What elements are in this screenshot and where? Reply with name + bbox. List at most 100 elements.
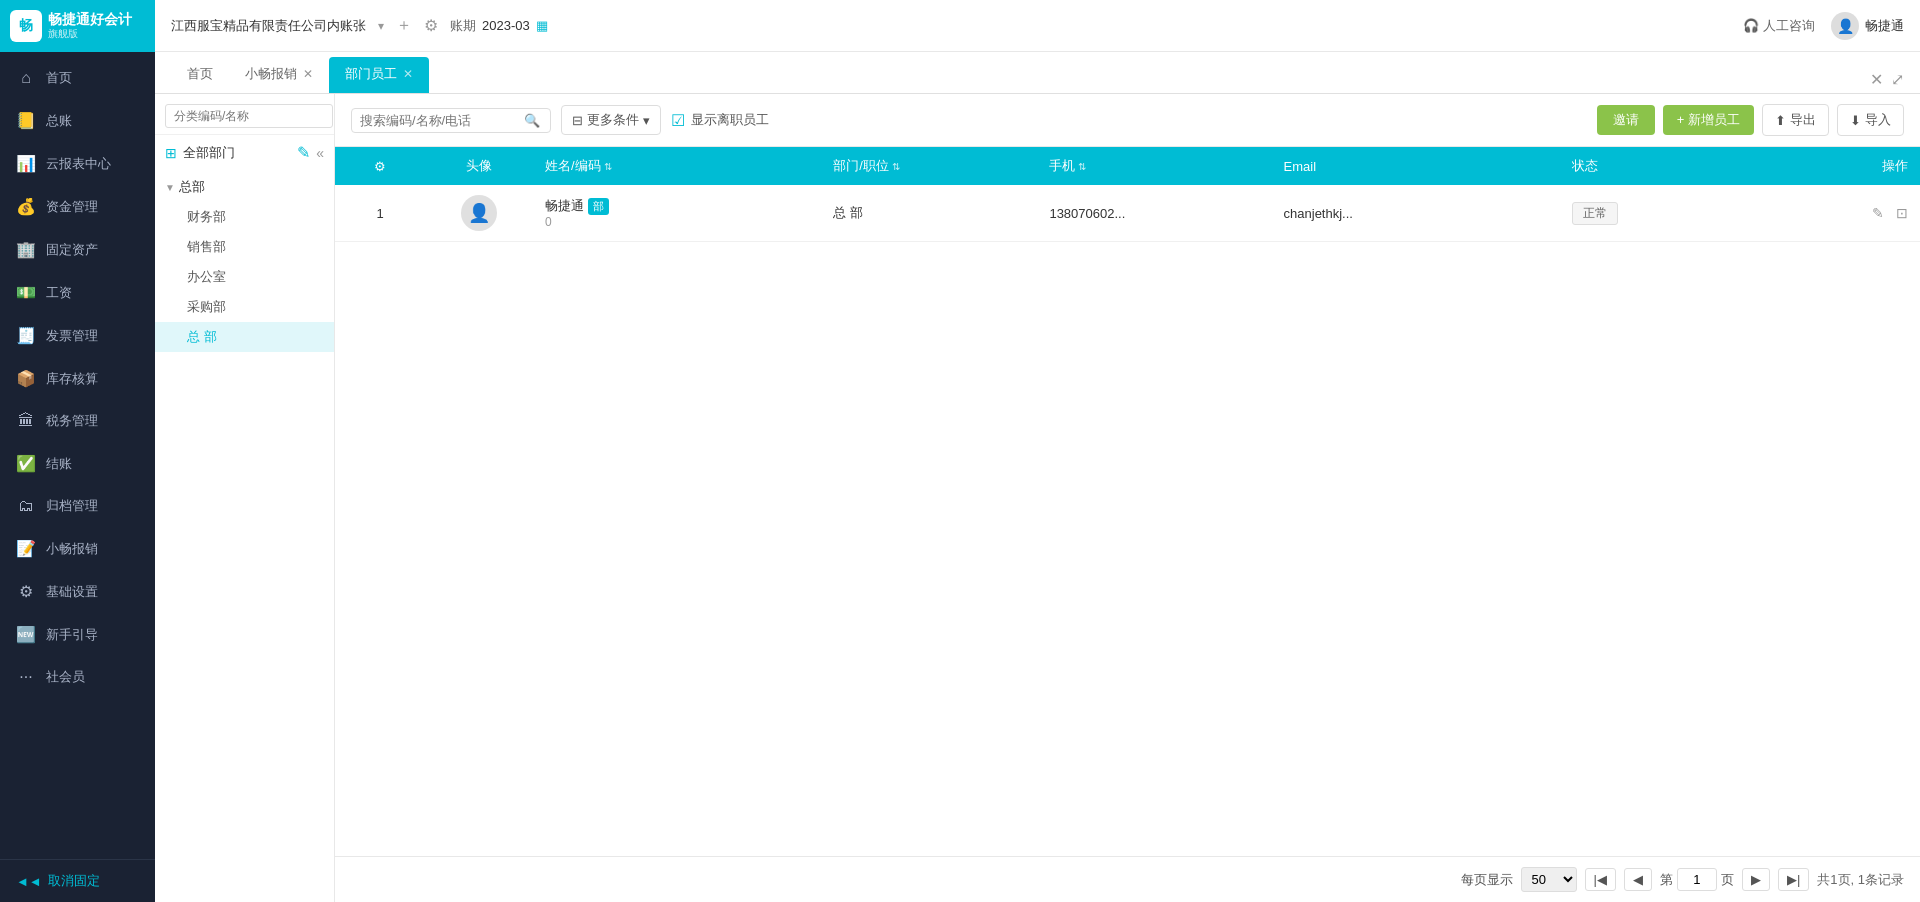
tab-close-all-icon[interactable]: ✕ — [1870, 70, 1883, 89]
employee-table-container: ⚙ 头像 姓名/编码 部门/职位 手机 Email 状态 操作 1 — [335, 147, 1920, 856]
sidebar-item-invoice[interactable]: 🧾 发票管理 — [0, 314, 155, 357]
tab-window-controls: ✕ ⤢ — [1870, 70, 1904, 93]
dept-child-sales[interactable]: 销售部 — [155, 232, 334, 262]
dept-child-general[interactable]: 总 部 — [155, 322, 334, 352]
tab-department[interactable]: 部门员工 ✕ — [329, 57, 429, 93]
assets-icon: 🏢 — [16, 240, 36, 259]
sidebar-item-guide[interactable]: 🆕 新手引导 — [0, 613, 155, 656]
sidebar-item-funds[interactable]: 💰 资金管理 — [0, 185, 155, 228]
topbar-settings-icon[interactable]: ⚙ — [424, 16, 438, 35]
page-next-button[interactable]: ▶ — [1742, 868, 1770, 891]
tab-department-close[interactable]: ✕ — [403, 67, 413, 81]
inventory-icon: 📦 — [16, 369, 36, 388]
guide-icon: 🆕 — [16, 625, 36, 644]
support-button[interactable]: 🎧 人工咨询 — [1743, 17, 1815, 35]
employee-dept-badge: 部 — [588, 198, 609, 215]
sidebar-label-assets: 固定资产 — [46, 241, 98, 259]
table-header: ⚙ 头像 姓名/编码 部门/职位 手机 Email 状态 操作 — [335, 147, 1920, 185]
th-settings[interactable]: ⚙ — [335, 147, 425, 185]
page-input[interactable] — [1677, 868, 1717, 891]
support-label: 人工咨询 — [1763, 17, 1815, 35]
dept-panel: 🔍 ⊞ 全部部门 ✎ « ▼ 总部 财务部 — [155, 94, 335, 902]
period-label: 账期 — [450, 17, 476, 35]
sidebar-item-closing[interactable]: ✅ 结账 — [0, 442, 155, 485]
sidebar-logo: 畅 畅捷通好会计 旗舰版 — [0, 0, 155, 52]
company-name[interactable]: 江西服宝精品有限责任公司内账张 — [171, 17, 366, 35]
expense-icon: 📝 — [16, 539, 36, 558]
employee-search-input[interactable] — [360, 113, 520, 128]
filter-button[interactable]: ⊟ 更多条件 ▾ — [561, 105, 661, 135]
import-button[interactable]: ⬇ 导入 — [1837, 104, 1904, 136]
page-last-button[interactable]: ▶| — [1778, 868, 1809, 891]
sidebar-item-salary[interactable]: 💵 工资 — [0, 271, 155, 314]
name-badge-area: 畅捷通 部 — [545, 197, 609, 215]
tab-expense[interactable]: 小畅报销 ✕ — [229, 57, 329, 93]
dept-header: ⊞ 全部部门 ✎ « — [155, 135, 334, 170]
home-icon: ⌂ — [16, 69, 36, 87]
show-resigned-toggle[interactable]: ☑ 显示离职员工 — [671, 111, 769, 130]
th-email: Email — [1272, 147, 1560, 185]
dept-child-purchasing[interactable]: 采购部 — [155, 292, 334, 322]
add-employee-button[interactable]: + 新增员工 — [1663, 105, 1754, 135]
dept-child-office[interactable]: 办公室 — [155, 262, 334, 292]
sidebar-item-settings[interactable]: ⚙ 基础设置 — [0, 570, 155, 613]
sidebar-item-ledger[interactable]: 📒 总账 — [0, 99, 155, 142]
dept-parent-item[interactable]: ▼ 总部 — [155, 172, 334, 202]
reports-icon: 📊 — [16, 154, 36, 173]
th-avatar: 头像 — [425, 147, 533, 185]
sidebar-item-home[interactable]: ⌂ 首页 — [0, 57, 155, 99]
sidebar-item-assets[interactable]: 🏢 固定资产 — [0, 228, 155, 271]
closing-icon: ✅ — [16, 454, 36, 473]
sidebar-item-more[interactable]: ··· 社会员 — [0, 656, 155, 698]
page-prev-button[interactable]: ◀ — [1624, 868, 1652, 891]
checkbox-checked-icon: ☑ — [671, 111, 685, 130]
dept-collapse-icon[interactable]: « — [316, 145, 324, 161]
tab-expand-icon[interactable]: ⤢ — [1891, 70, 1904, 89]
period-value: 2023-03 — [482, 18, 530, 33]
main-content: 江西服宝精品有限责任公司内账张 ▾ ＋ ⚙ 账期 2023-03 ▦ 🎧 人工咨… — [155, 0, 1920, 902]
tab-expense-label: 小畅报销 — [245, 65, 297, 83]
headset-icon: 🎧 — [1743, 18, 1759, 33]
invoice-icon: 🧾 — [16, 326, 36, 345]
edit-button[interactable]: ✎ — [1872, 205, 1884, 221]
dept-child-finance[interactable]: 财务部 — [155, 202, 334, 232]
logo-text-area: 畅捷通好会计 旗舰版 — [48, 11, 132, 42]
sidebar-label-more: 社会员 — [46, 668, 85, 686]
dept-search-input[interactable] — [165, 104, 333, 128]
dept-tree: ▼ 总部 财务部 销售部 办公室 采购部 总 部 — [155, 170, 334, 902]
th-name[interactable]: 姓名/编码 — [533, 147, 821, 185]
sidebar-label-expense: 小畅报销 — [46, 540, 98, 558]
employee-search-icon[interactable]: 🔍 — [524, 113, 540, 128]
invite-button[interactable]: 邀请 — [1597, 105, 1655, 135]
sidebar-item-tax[interactable]: 🏛 税务管理 — [0, 400, 155, 442]
add-company-icon[interactable]: ＋ — [396, 15, 412, 36]
user-area[interactable]: 👤 畅捷通 — [1831, 12, 1904, 40]
page-total-label: 共1页, 1条记录 — [1817, 871, 1904, 889]
tab-home[interactable]: 首页 — [171, 57, 229, 93]
tab-home-label: 首页 — [187, 65, 213, 83]
delete-button[interactable]: ⊡ — [1896, 205, 1908, 221]
page-input-area: 第 页 — [1660, 868, 1734, 891]
page-first-button[interactable]: |◀ — [1585, 868, 1616, 891]
sidebar-label-funds: 资金管理 — [46, 198, 98, 216]
export-button[interactable]: ⬆ 导出 — [1762, 104, 1829, 136]
sidebar-item-inventory[interactable]: 📦 库存核算 — [0, 357, 155, 400]
th-dept[interactable]: 部门/职位 — [821, 147, 1037, 185]
page-size-select[interactable]: 50 100 200 — [1521, 867, 1577, 892]
sidebar-item-reports[interactable]: 📊 云报表中心 — [0, 142, 155, 185]
sidebar-item-archive[interactable]: 🗂 归档管理 — [0, 485, 155, 527]
sidebar-pin-toggle[interactable]: ◄◄ 取消固定 — [0, 859, 155, 902]
salary-icon: 💵 — [16, 283, 36, 302]
filter-chevron-icon: ▾ — [643, 113, 650, 128]
sidebar-item-expense[interactable]: 📝 小畅报销 — [0, 527, 155, 570]
company-dropdown-icon[interactable]: ▾ — [378, 19, 384, 33]
archive-icon: 🗂 — [16, 497, 36, 515]
dept-all-button[interactable]: ⊞ 全部部门 — [165, 144, 235, 162]
calendar-icon[interactable]: ▦ — [536, 18, 548, 33]
tab-expense-close[interactable]: ✕ — [303, 67, 313, 81]
dept-edit-button[interactable]: ✎ — [297, 143, 310, 162]
logo-title: 畅捷通好会计 — [48, 11, 132, 28]
cell-actions: ✎ ⊡ — [1740, 185, 1920, 242]
cell-status: 正常 — [1560, 185, 1740, 242]
th-phone[interactable]: 手机 — [1037, 147, 1271, 185]
